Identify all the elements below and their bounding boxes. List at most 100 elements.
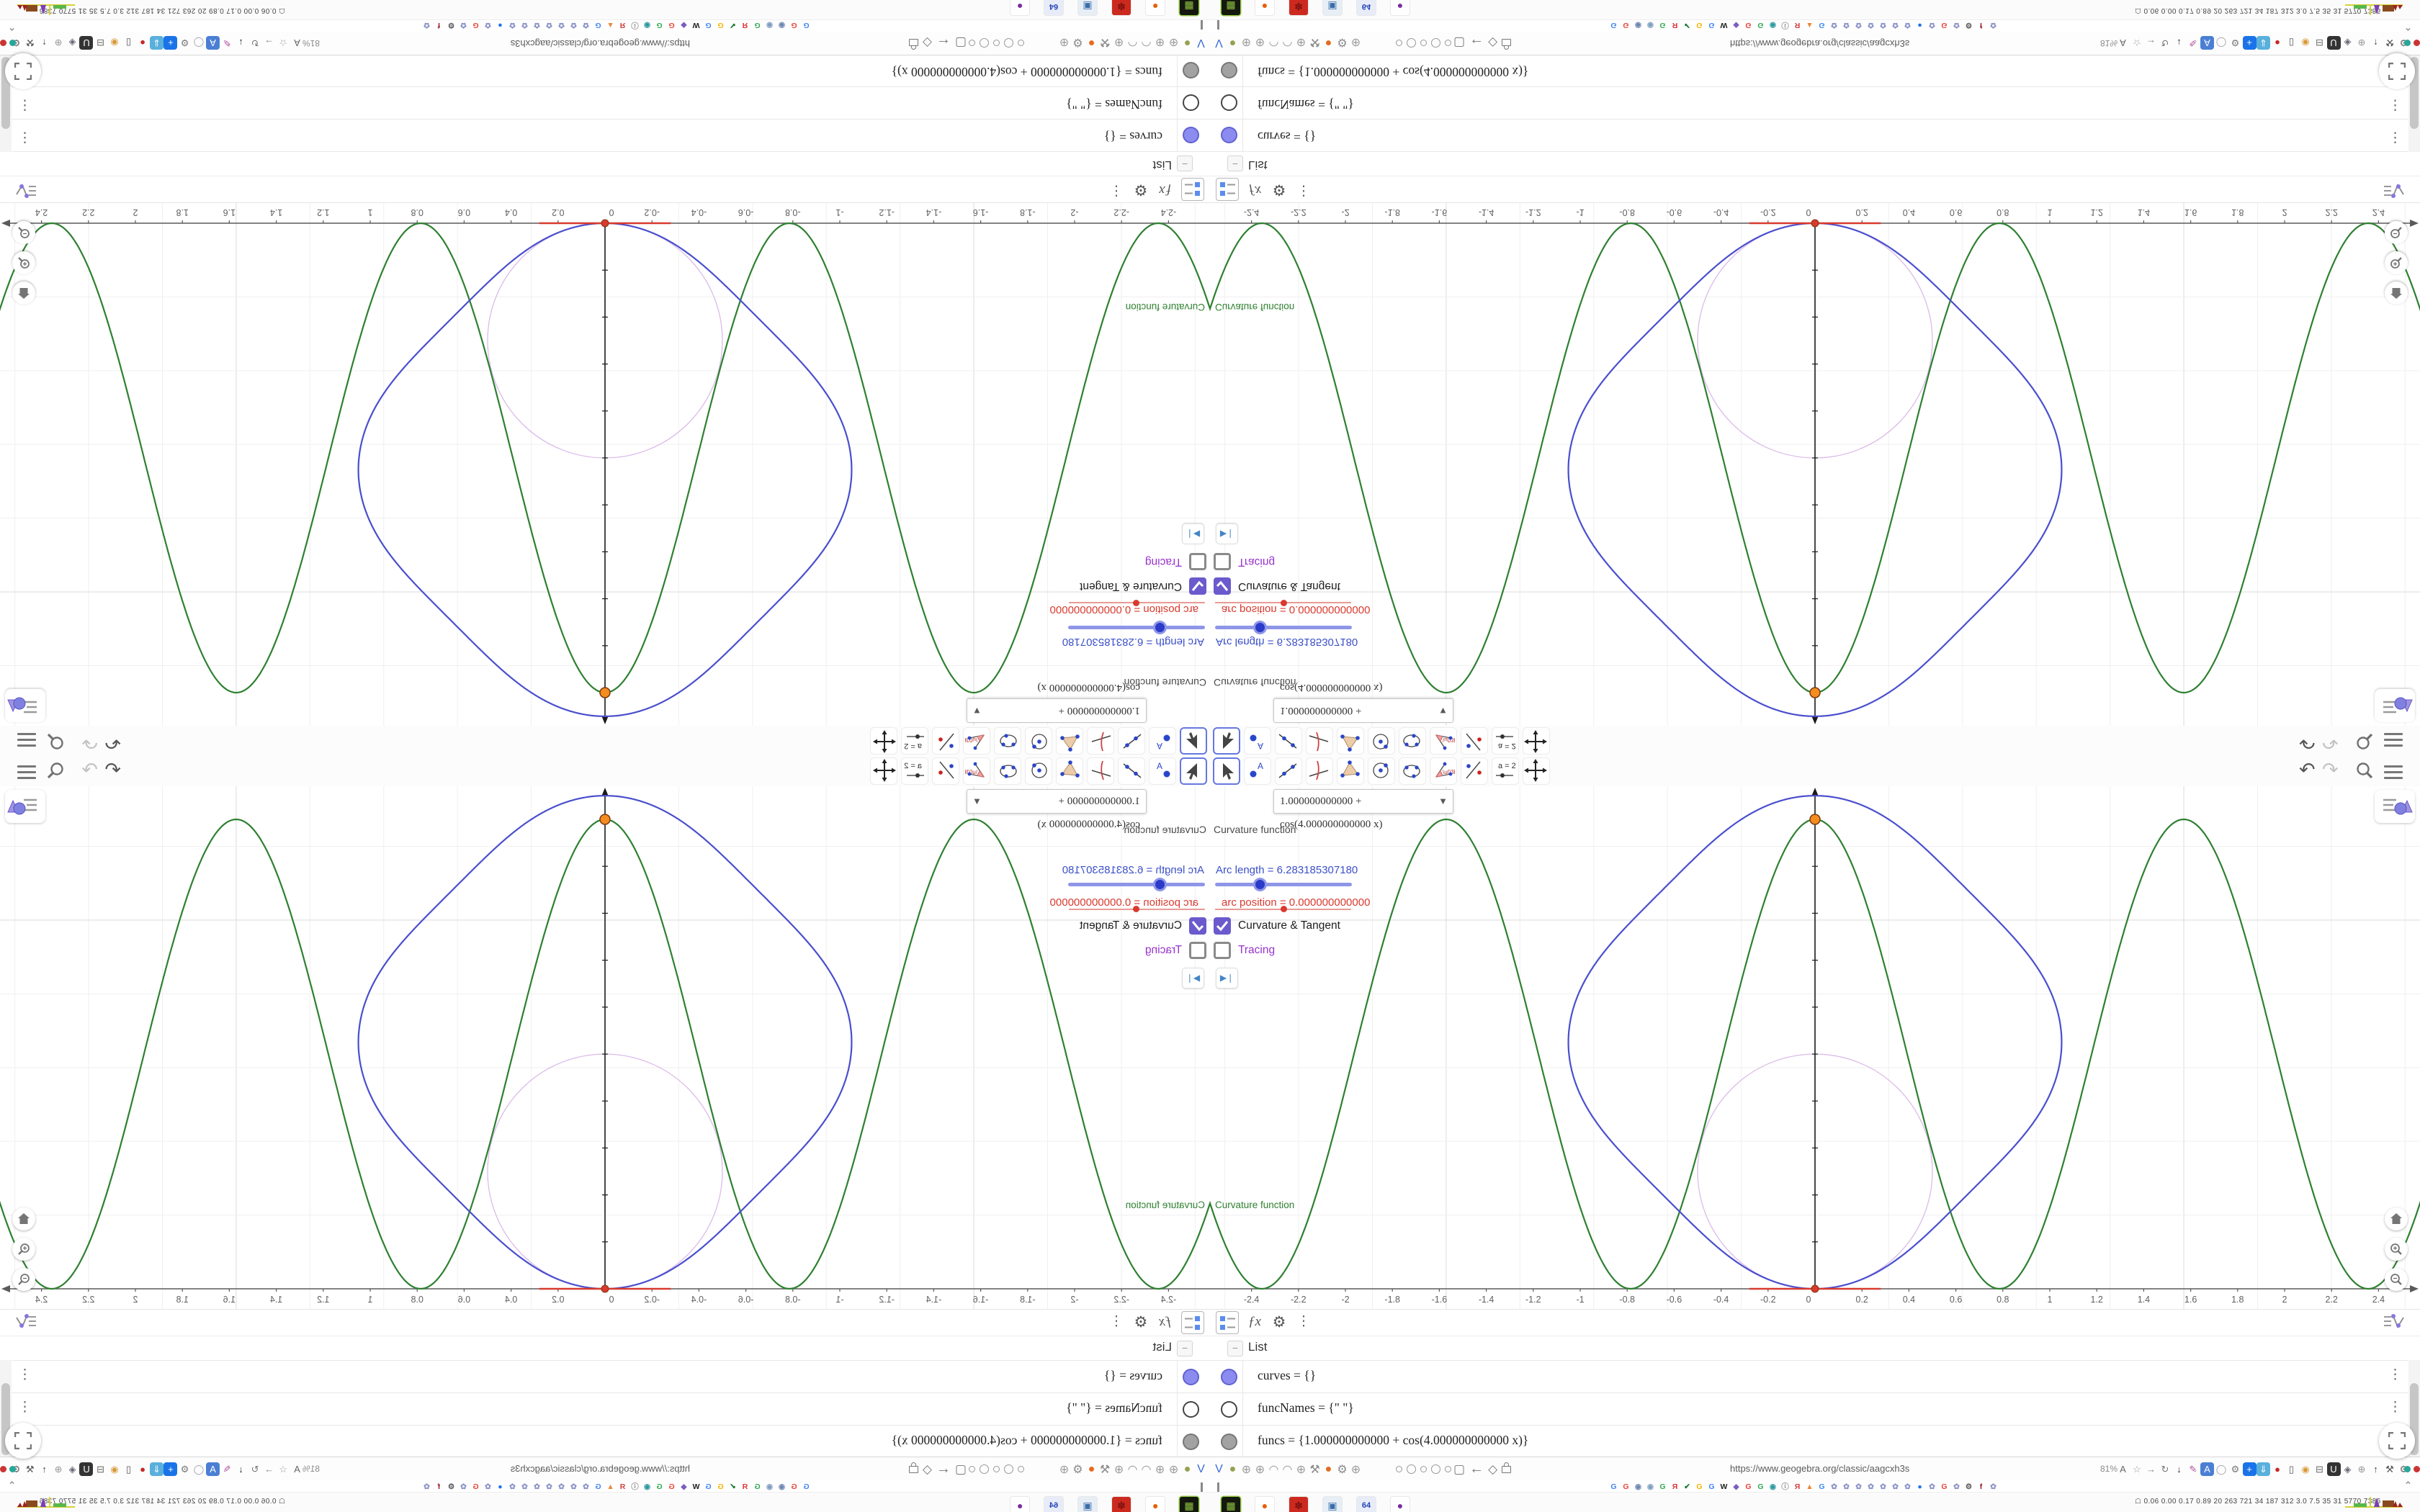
browser-icon[interactable]: ●	[1322, 37, 1335, 50]
bookmark-favicon[interactable]: ◉	[1767, 19, 1778, 30]
bookmark-favicon[interactable]: f	[1976, 19, 1986, 30]
play-pause-button[interactable]: ▶❘	[1182, 968, 1204, 989]
redo-button[interactable]: ↷	[81, 731, 98, 753]
url-bar[interactable]: https://www.geogebra.org/classic/aagcxh3…	[511, 38, 690, 49]
bookmark-favicon[interactable]: G	[470, 1482, 481, 1493]
tool-line-button[interactable]	[1275, 727, 1302, 755]
tree-view-button[interactable]	[1181, 1311, 1204, 1334]
browser-icon[interactable]: ◠	[1139, 36, 1153, 50]
dot-icon[interactable]	[1445, 40, 1451, 46]
extension-icon[interactable]: A	[206, 36, 220, 50]
fullscreen-button[interactable]	[2379, 53, 2415, 89]
shield-icon[interactable]: ◇	[1488, 1462, 1497, 1477]
bookmark-favicon[interactable]: ✿	[581, 1482, 591, 1493]
browser-icon[interactable]: ◠	[1267, 36, 1281, 50]
bookmark-favicon[interactable]: ⓘ	[629, 1482, 640, 1493]
home-button[interactable]	[2385, 282, 2408, 305]
extension-icon[interactable]: ▯	[2285, 36, 2298, 50]
bookmark-favicon[interactable]: f	[434, 1482, 444, 1493]
extension-icon[interactable]: ◯	[192, 36, 206, 50]
row-menu-icon[interactable]: ⋮	[2388, 1367, 2402, 1383]
dot-icon[interactable]	[1018, 1466, 1024, 1472]
bookmark-favicon[interactable]: ●	[495, 1482, 506, 1493]
browser-icon[interactable]: ⚙	[1335, 36, 1349, 50]
curvature-tangent-checkbox[interactable]	[1214, 917, 1231, 935]
tree-view-button[interactable]	[1181, 178, 1204, 201]
bookmark-favicon[interactable]: Я	[617, 19, 628, 30]
bookmark-favicon[interactable]: G	[715, 1482, 726, 1493]
zoom-out-button[interactable]	[12, 1268, 35, 1291]
settings-gear-icon[interactable]: ⚙	[1268, 1311, 1291, 1334]
extension-icon[interactable]: ⚒	[2383, 1462, 2397, 1476]
browser-icon[interactable]: V	[1194, 1463, 1208, 1476]
extension-icon[interactable]: ↓	[2172, 1462, 2186, 1476]
arc-position-point[interactable]	[1811, 219, 1819, 228]
algebra-style-icon[interactable]	[14, 178, 37, 201]
algebra-row-funcnames[interactable]: funcNames = {" "} ⋮	[1210, 1392, 2420, 1426]
tool-line-button[interactable]	[1275, 757, 1302, 785]
bookmark-favicon[interactable]: ●	[495, 19, 506, 30]
bookmark-favicon[interactable]: ✿	[532, 1482, 542, 1493]
browser-icon[interactable]: ⊕	[1294, 36, 1308, 50]
visibility-toggle[interactable]	[1221, 94, 1237, 111]
row-menu-icon[interactable]: ⋮	[2388, 129, 2402, 145]
chevron-up-icon[interactable]: ⌃	[8, 1480, 16, 1491]
extension-icon[interactable]: ↻	[248, 1462, 262, 1476]
extension-icon[interactable]: →	[262, 36, 276, 50]
collapse-button[interactable]: −	[1227, 156, 1243, 171]
tool-point-button[interactable]: A	[1149, 727, 1176, 755]
extension-icon[interactable]: ⊟	[2313, 1462, 2326, 1476]
extension-icon[interactable]: →	[2144, 36, 2158, 50]
extension-icon[interactable]: ◈	[2341, 36, 2354, 50]
dot-icon[interactable]	[1407, 38, 1416, 48]
row-menu-icon[interactable]: ⋮	[18, 1367, 32, 1383]
tool-point-button[interactable]: A	[1149, 757, 1176, 785]
taskbar-app-firefox[interactable]: ●	[1255, 0, 1274, 16]
bookmark-favicon[interactable]: ✿	[519, 19, 530, 30]
extension-icon[interactable]: ↻	[2159, 36, 2172, 50]
extension-icon[interactable]: U	[2326, 1462, 2341, 1476]
browser-icon[interactable]: ◠	[1126, 1462, 1139, 1477]
visibility-toggle[interactable]	[1183, 62, 1199, 78]
bookmark-favicon[interactable]: G	[1939, 19, 1950, 30]
visibility-toggle[interactable]	[1221, 127, 1237, 143]
bookmark-favicon[interactable]: ✿	[1829, 1482, 1839, 1493]
extension-icon[interactable]: ◯	[192, 1462, 206, 1476]
bookmark-favicon[interactable]: f	[434, 19, 444, 30]
bookmark-favicon[interactable]: G	[1657, 1482, 1668, 1493]
back-icon[interactable]: ←	[936, 35, 951, 51]
undo-button[interactable]: ↶	[104, 731, 121, 753]
undo-button[interactable]: ↶	[2299, 759, 2316, 781]
bookmark-favicon[interactable]: ◆	[678, 19, 689, 30]
bookmark-favicon[interactable]: ✿	[544, 1482, 555, 1493]
browser-icon[interactable]: ⚒	[1098, 36, 1112, 50]
bookmark-favicon[interactable]: W	[691, 1482, 702, 1493]
bookmark-favicon[interactable]: ✿	[421, 1482, 432, 1493]
bookmark-favicon[interactable]: G	[1939, 1482, 1950, 1493]
bookmark-favicon[interactable]: ✿	[1890, 1482, 1901, 1493]
visibility-toggle[interactable]	[1221, 1369, 1237, 1385]
arc-length-slider[interactable]	[1068, 878, 1205, 891]
extension-icon[interactable]: A	[2116, 1462, 2130, 1476]
bookmark-favicon[interactable]: ✿	[507, 19, 518, 30]
extension-icon[interactable]: ⊕	[2355, 1462, 2369, 1476]
bookmark-favicon[interactable]: G	[654, 19, 665, 30]
browser-icon[interactable]: ◠	[1281, 1462, 1294, 1477]
visibility-toggle[interactable]	[1183, 94, 1199, 111]
bookmark-favicon[interactable]: G	[593, 19, 604, 30]
taskbar-app-settings-red[interactable]: ✽	[1112, 0, 1131, 16]
bookmark-favicon[interactable]: G	[1657, 19, 1668, 30]
taskbar-app-terminal[interactable]: ▦	[1222, 0, 1240, 16]
arc-length-slider-knob[interactable]	[1253, 878, 1267, 891]
row-menu-icon[interactable]: ⋮	[18, 129, 32, 145]
taskbar-app-terminal[interactable]: ▦	[1222, 1496, 1240, 1512]
menu-icon[interactable]	[2384, 762, 2403, 783]
bookmark-favicon[interactable]: ✿	[1878, 19, 1888, 30]
taskbar-app-firefox[interactable]: ●	[1255, 1496, 1274, 1512]
bookmark-favicon[interactable]: ⓘ	[629, 19, 640, 30]
extension-icon[interactable]: ▯	[2285, 1462, 2298, 1476]
fx-view-button[interactable]: ƒx	[1243, 1311, 1266, 1334]
browser-icon[interactable]: ●	[1322, 1463, 1335, 1476]
extension-icon[interactable]: ☆	[2130, 36, 2144, 50]
tool-ellipse-button[interactable]	[1399, 727, 1426, 755]
